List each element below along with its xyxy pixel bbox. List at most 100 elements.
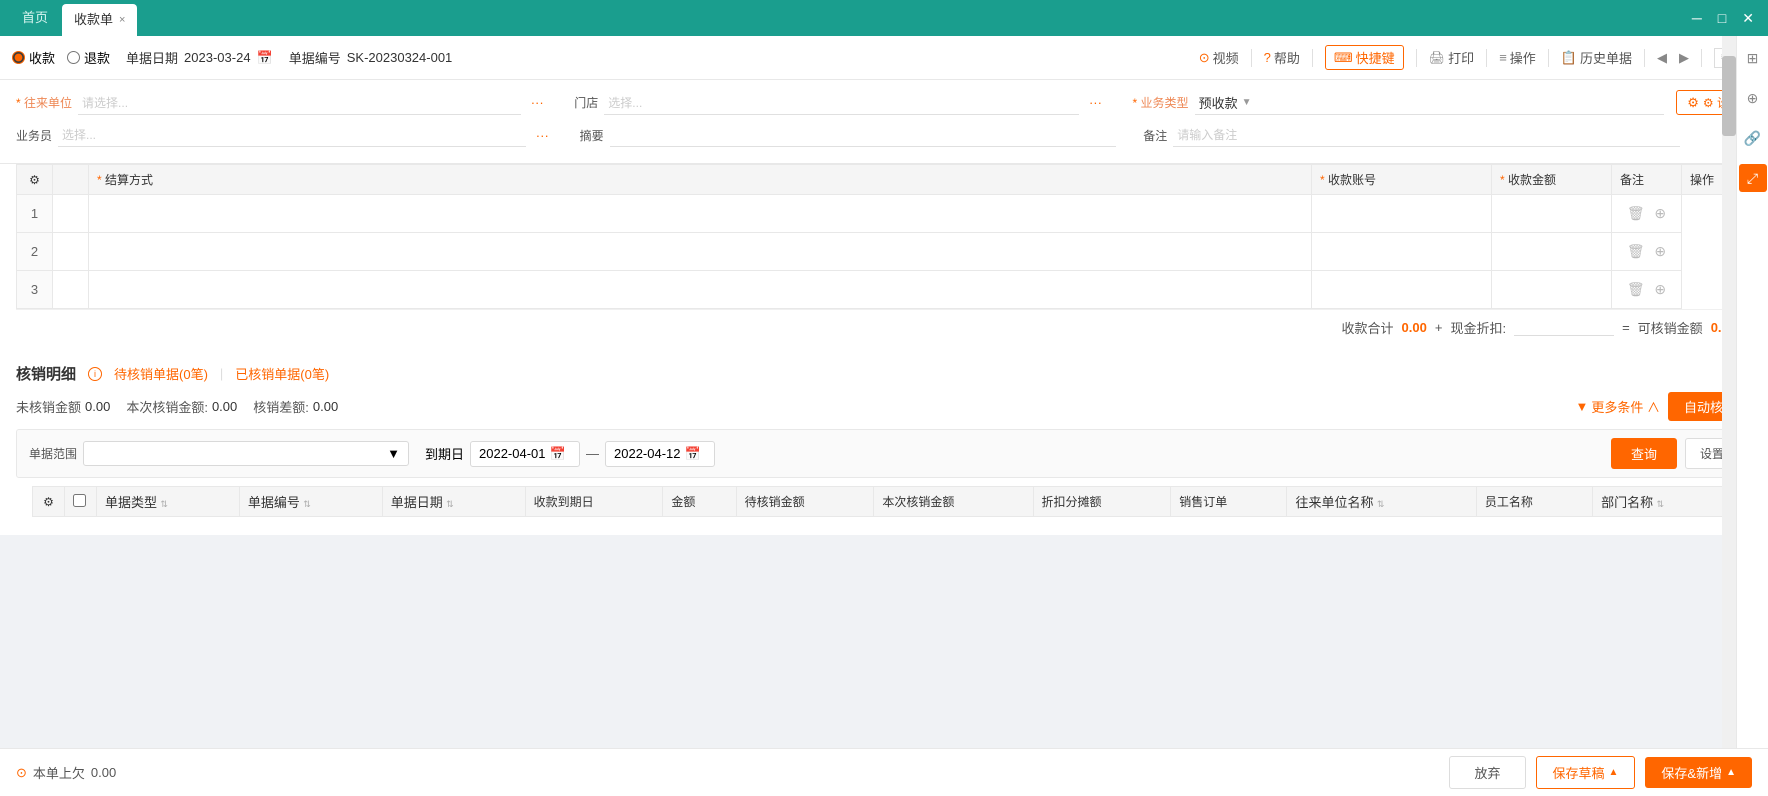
row-2-delete-icon[interactable]: 🗑 — [1627, 243, 1645, 259]
salesman-more-btn[interactable]: ··· — [532, 128, 553, 143]
date-value[interactable]: 2023-03-24 — [184, 50, 251, 65]
dept-header[interactable]: 部门名称 ⇅ — [1593, 487, 1736, 517]
this-amount-header: 本次核销金额 — [874, 487, 1033, 517]
row-3-delete-icon[interactable]: 🗑 — [1627, 281, 1645, 297]
row-3-copy-icon[interactable]: ⊕ — [1654, 281, 1666, 297]
close-btn[interactable]: ✕ — [1736, 10, 1760, 27]
history-btn[interactable]: 📋 历史单据 — [1561, 48, 1632, 67]
row-2-note[interactable] — [1492, 233, 1612, 271]
note-input[interactable]: 请输入备注 — [1173, 123, 1680, 147]
completed-tab[interactable]: 已核销单据(0笔) — [235, 364, 329, 383]
summary-input[interactable] — [610, 123, 1117, 147]
date-to-input[interactable]: 2022-04-12 📅 — [605, 441, 715, 467]
home-nav-item[interactable]: 首页 — [8, 0, 62, 36]
table-gear-header[interactable]: ⚙ — [17, 165, 53, 195]
sidebar-copy-icon[interactable]: ⊕ — [1739, 84, 1767, 112]
tab-label: 收款单 — [74, 4, 113, 36]
save-draft-btn[interactable]: 保存草稿 ▲ — [1536, 756, 1636, 789]
scroll-area[interactable] — [1722, 36, 1736, 796]
sidebar-expand-icon[interactable]: ⤢ — [1739, 164, 1767, 192]
row-1-amount[interactable] — [1312, 195, 1492, 233]
date-field-group: 单据日期 2023-03-24 📅 — [126, 48, 273, 67]
more-conditions-btn[interactable]: ▼ 更多条件 ∧ — [1575, 397, 1660, 416]
radio-receipt[interactable]: 收款 — [12, 48, 55, 67]
print-btn[interactable]: 🖨 打印 — [1429, 48, 1475, 67]
row-2-copy-icon[interactable]: ⊕ — [1654, 243, 1666, 259]
abandon-btn[interactable]: 放弃 — [1449, 756, 1525, 789]
pending-amount-header: 待核销金额 — [736, 487, 874, 517]
stat-this-verify: 本次核销金额: 0.00 — [126, 397, 237, 416]
counterparty-more-btn[interactable]: ··· — [527, 95, 548, 110]
summary-label: 摘要 — [580, 127, 604, 144]
reconcile-stats: 未核销金额 0.00 本次核销金额: 0.00 核销差额: 0.00 ▼ 更多条… — [16, 392, 1752, 421]
operation-btn[interactable]: ≡ 操作 — [1499, 48, 1536, 67]
minimize-btn[interactable]: ─ — [1686, 10, 1708, 26]
active-tab[interactable]: 收款单 × — [62, 4, 137, 36]
radio-refund[interactable]: 退款 — [67, 48, 110, 67]
video-btn[interactable]: ⊙ 视频 — [1199, 48, 1239, 67]
query-btn[interactable]: 查询 — [1611, 438, 1677, 469]
calendar-to-icon: 📅 — [685, 446, 701, 462]
bill-type-header[interactable]: 单据类型 ⇅ — [97, 487, 240, 517]
row-2-amount[interactable] — [1312, 233, 1492, 271]
counterparty-input[interactable]: 请选择... — [78, 91, 521, 115]
row-2-account[interactable] — [89, 233, 1312, 271]
divider3 — [1416, 49, 1417, 67]
note-field: 备注 请输入备注 — [1143, 123, 1680, 147]
select-all-checkbox[interactable] — [73, 494, 86, 507]
reconcile-info-icon[interactable]: i — [88, 367, 102, 381]
bill-no-header[interactable]: 单据编号 ⇅ — [239, 487, 382, 517]
divider4 — [1486, 49, 1487, 67]
sidebar-attachment-icon[interactable]: 🔗 — [1739, 124, 1767, 152]
total-label: 收款合计 — [1342, 318, 1394, 337]
bottom-check-header — [65, 487, 97, 517]
nav-next-btn[interactable]: ▶ — [1679, 50, 1689, 66]
bill-date-header[interactable]: 单据日期 ⇅ — [382, 487, 525, 517]
salesman-input[interactable]: 选择... — [58, 123, 526, 147]
footer-bar: ⊙ 本单上欠 0.00 放弃 保存草稿 ▲ 保存&新增 ▲ — [0, 748, 1768, 796]
biz-type-label: 业务类型 — [1133, 94, 1189, 111]
row-3-amount[interactable] — [1312, 271, 1492, 309]
bill-range-select[interactable]: ▼ — [83, 441, 409, 466]
date-label: 单据日期 — [126, 48, 178, 67]
tab-close-btn[interactable]: × — [119, 4, 125, 36]
store-more-btn[interactable]: ··· — [1085, 95, 1106, 110]
sidebar-table-icon[interactable]: ⊞ — [1739, 44, 1767, 72]
discount-input[interactable] — [1514, 320, 1614, 336]
maximize-btn[interactable]: □ — [1712, 10, 1732, 26]
toolbar: 收款 退款 单据日期 2023-03-24 📅 单据编号 SK-20230324… — [0, 36, 1768, 80]
row-1-copy-icon[interactable]: ⊕ — [1654, 205, 1666, 221]
summary-field: 摘要 — [580, 123, 1117, 147]
filter-icon: ▼ — [1575, 399, 1588, 414]
bill-range-label: 单据范围 — [29, 445, 77, 462]
row-2-actions: 🗑 ⊕ — [1612, 233, 1682, 271]
row-3-note[interactable] — [1492, 271, 1612, 309]
reconcile-section: 核销明细 i 待核销单据(0笔) | 已核销单据(0笔) 未核销金额 0.00 … — [0, 353, 1768, 535]
receipt-table: ⚙ 结算方式 收款账号 收款金额 备注 操作 1 🗑 ⊕ — [16, 164, 1752, 309]
row-3-account[interactable] — [89, 271, 1312, 309]
divider7 — [1701, 49, 1702, 67]
shortcut-btn[interactable]: ⌨ 快捷键 — [1325, 45, 1404, 70]
stat-unverified: 未核销金额 0.00 — [16, 397, 110, 416]
pending-tab[interactable]: 待核销单据(0笔) — [114, 364, 208, 383]
help-btn[interactable]: ? 帮助 — [1264, 48, 1300, 67]
biz-type-select[interactable]: 预收款 ▼ — [1195, 91, 1665, 115]
bottom-gear-header[interactable]: ⚙ — [33, 487, 65, 517]
row-3-settlement[interactable] — [53, 271, 89, 309]
row-1-account[interactable] — [89, 195, 1312, 233]
save-new-btn[interactable]: 保存&新增 ▲ — [1645, 757, 1752, 788]
counterparty-header[interactable]: 往来单位名称 ⇅ — [1287, 487, 1476, 517]
row-2-settlement[interactable] — [53, 233, 89, 271]
scroll-thumb[interactable] — [1722, 56, 1736, 136]
reconcile-title: 核销明细 — [16, 363, 76, 384]
row-1-note[interactable] — [1492, 195, 1612, 233]
nav-prev-btn[interactable]: ◀ — [1657, 50, 1667, 66]
row-1-delete-icon[interactable]: 🗑 — [1627, 205, 1645, 221]
row-1-settlement[interactable] — [53, 195, 89, 233]
counterparty-sort-icon: ⇅ — [1377, 499, 1385, 509]
date-from-input[interactable]: 2022-04-01 📅 — [470, 441, 580, 467]
calendar-icon[interactable]: 📅 — [257, 50, 273, 66]
store-input[interactable]: 选择... — [604, 91, 1079, 115]
footer-info-icon[interactable]: ⊙ — [16, 765, 27, 781]
row-1-actions: 🗑 ⊕ — [1612, 195, 1682, 233]
